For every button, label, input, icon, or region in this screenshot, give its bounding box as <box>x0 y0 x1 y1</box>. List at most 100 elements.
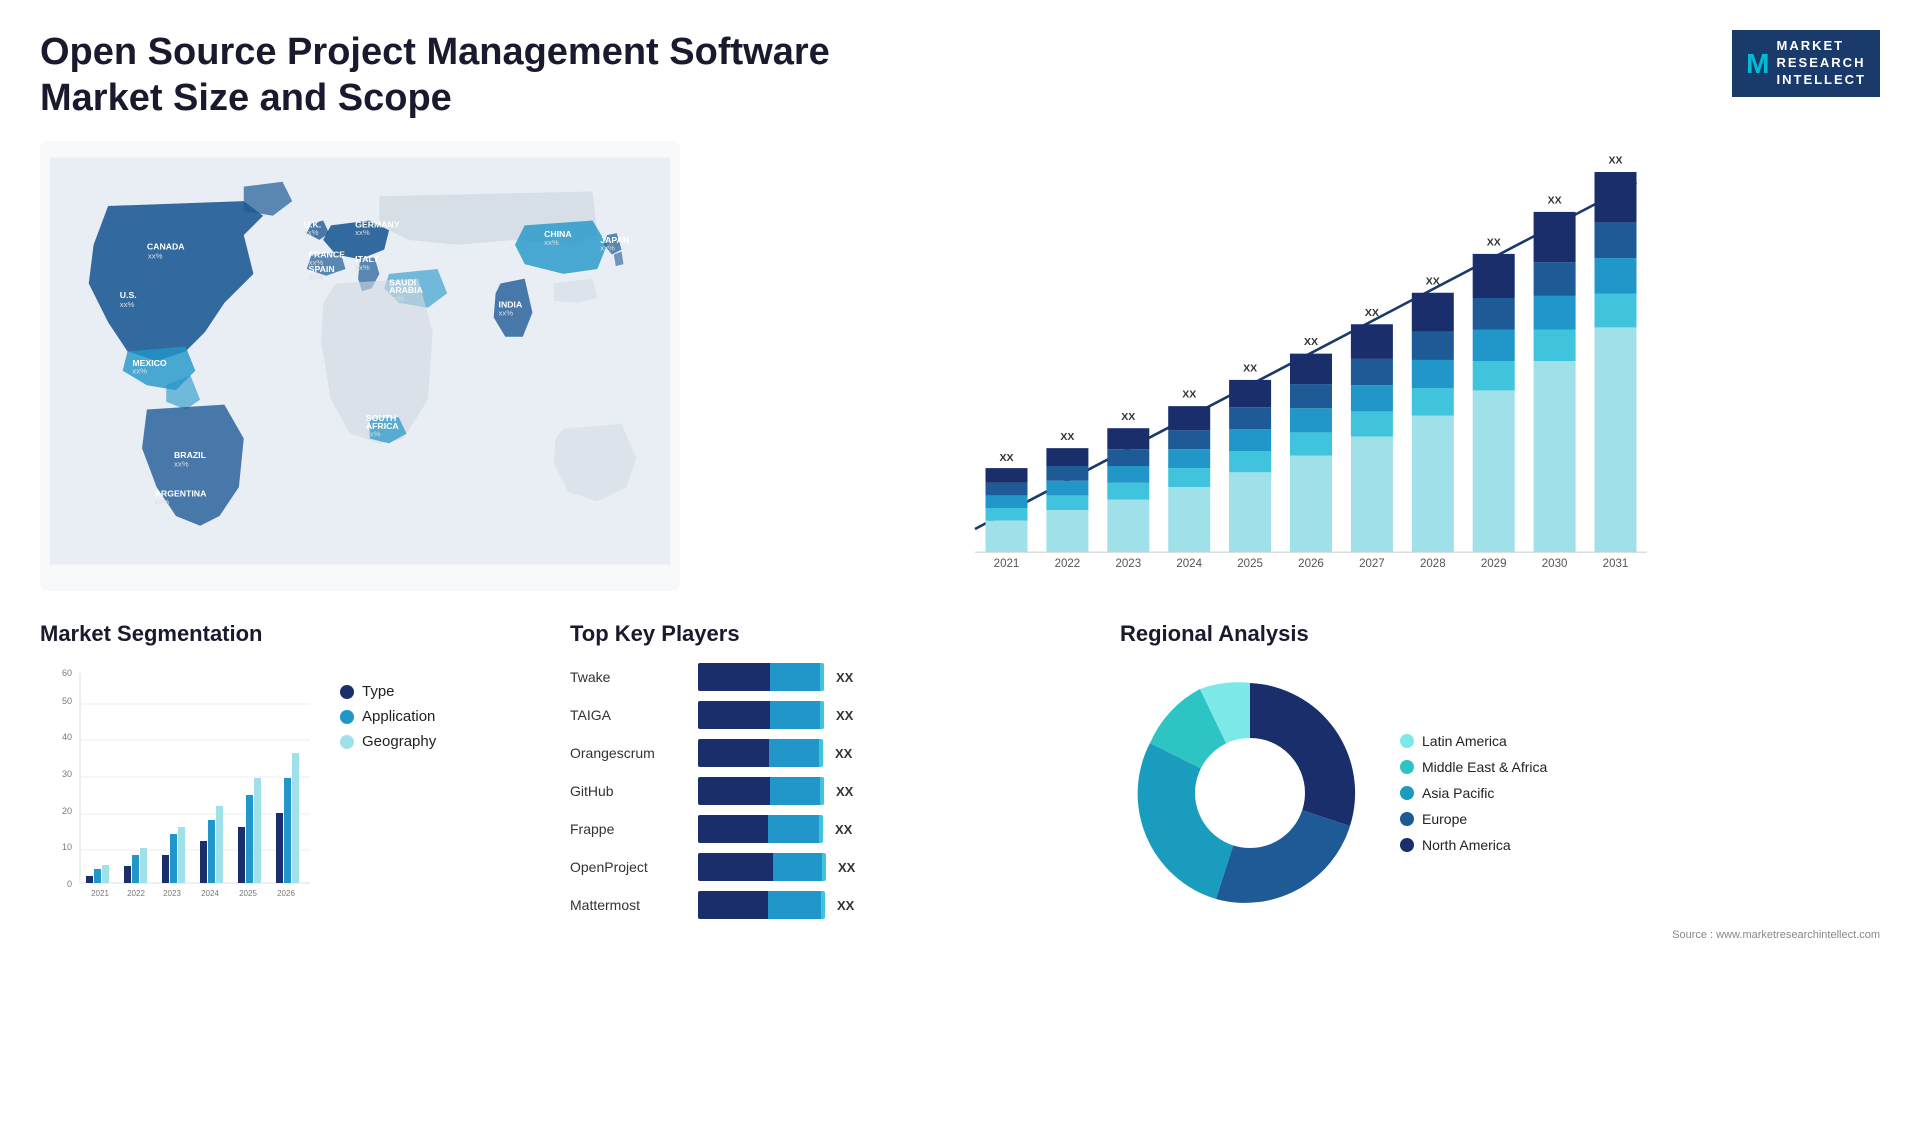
player-name: Twake <box>570 669 690 685</box>
logo-area: M MARKET RESEARCH INTELLECT <box>1732 30 1880 97</box>
legend-geography: Geography <box>340 733 436 750</box>
svg-text:2025: 2025 <box>1237 558 1263 570</box>
regional-legend: Latin America Middle East & Africa Asia … <box>1400 733 1547 853</box>
player-bar-seg1 <box>698 663 770 691</box>
svg-text:2021: 2021 <box>994 558 1020 570</box>
player-row: Frappe XX <box>570 815 1090 843</box>
na-dot <box>1400 838 1414 852</box>
svg-text:xx%: xx% <box>309 273 324 282</box>
player-bar-seg1 <box>698 815 768 843</box>
svg-text:XX: XX <box>1548 195 1562 207</box>
player-bar-wrap: XX <box>698 853 1090 881</box>
svg-text:2024: 2024 <box>1176 558 1202 570</box>
regional-latin: Latin America <box>1400 733 1547 749</box>
player-value: XX <box>835 822 852 837</box>
svg-text:BRAZIL: BRAZIL <box>174 450 207 460</box>
segmentation-title: Market Segmentation <box>40 621 540 647</box>
europe-dot <box>1400 812 1414 826</box>
svg-text:50: 50 <box>62 696 72 706</box>
main-bar-chart: XX XX XX XX <box>720 151 1860 571</box>
player-row: Orangescrum XX <box>570 739 1090 767</box>
player-value: XX <box>837 898 854 913</box>
player-bar-seg3 <box>822 853 826 881</box>
svg-text:2026: 2026 <box>1298 558 1324 570</box>
svg-text:xx%: xx% <box>304 228 319 237</box>
svg-text:2029: 2029 <box>1481 558 1507 570</box>
na-label: North America <box>1422 837 1511 853</box>
svg-text:2031: 2031 <box>1603 558 1629 570</box>
source-text: Source : www.marketresearchintellect.com <box>1120 929 1880 941</box>
logo-box: M MARKET RESEARCH INTELLECT <box>1732 30 1880 97</box>
svg-text:xx%: xx% <box>155 498 170 507</box>
player-bar-seg3 <box>820 701 824 729</box>
svg-text:2027: 2027 <box>1359 558 1385 570</box>
svg-text:2023: 2023 <box>1115 558 1141 570</box>
geography-dot <box>340 735 354 749</box>
player-bar-seg3 <box>820 663 824 691</box>
svg-text:xx%: xx% <box>499 309 514 318</box>
legend-type: Type <box>340 683 436 700</box>
player-bar-seg2 <box>770 663 820 691</box>
player-bar-seg2 <box>770 701 820 729</box>
player-bar-seg2 <box>773 853 822 881</box>
player-bar-seg3 <box>820 777 824 805</box>
svg-text:XX: XX <box>1182 389 1196 401</box>
svg-text:2024: 2024 <box>201 889 219 898</box>
player-value: XX <box>838 860 855 875</box>
player-bar-seg1 <box>698 739 769 767</box>
bar-chart-section: XX XX XX XX <box>700 141 1880 591</box>
svg-text:xx%: xx% <box>174 460 189 469</box>
svg-text:xx%: xx% <box>120 300 135 309</box>
player-bar-seg3 <box>821 891 825 919</box>
svg-text:0: 0 <box>67 879 72 889</box>
player-bar-wrap: XX <box>698 891 1090 919</box>
world-map-svg: CANADA xx% U.S. xx% MEXICO xx% BRAZIL xx… <box>50 151 670 571</box>
svg-text:2026: 2026 <box>277 889 295 898</box>
type-dot <box>340 685 354 699</box>
player-bar-wrap: XX <box>698 739 1090 767</box>
player-name: TAIGA <box>570 707 690 723</box>
map-section: CANADA xx% U.S. xx% MEXICO xx% BRAZIL xx… <box>40 141 680 591</box>
player-name: GitHub <box>570 783 690 799</box>
svg-text:10: 10 <box>62 842 72 852</box>
player-row: TAIGA XX <box>570 701 1090 729</box>
donut-container: Latin America Middle East & Africa Asia … <box>1120 663 1880 923</box>
svg-text:2025: 2025 <box>239 889 257 898</box>
player-bar-seg3 <box>819 815 823 843</box>
svg-text:xx%: xx% <box>148 252 163 261</box>
logo-icon: M <box>1746 44 1770 83</box>
svg-text:xx%: xx% <box>544 238 559 247</box>
regional-title: Regional Analysis <box>1120 621 1880 647</box>
svg-text:xx%: xx% <box>355 228 370 237</box>
player-bar-seg1 <box>698 853 773 881</box>
mea-dot <box>1400 760 1414 774</box>
application-dot <box>340 710 354 724</box>
player-bar-wrap: XX <box>698 701 1090 729</box>
player-name: Mattermost <box>570 897 690 913</box>
player-row: GitHub XX <box>570 777 1090 805</box>
svg-text:XX: XX <box>1121 411 1135 423</box>
main-grid: CANADA xx% U.S. xx% MEXICO xx% BRAZIL xx… <box>40 141 1880 941</box>
svg-text:2023: 2023 <box>163 889 181 898</box>
donut-chart <box>1120 663 1380 923</box>
player-bar-seg2 <box>770 777 820 805</box>
svg-text:XX: XX <box>1304 336 1318 348</box>
player-row: OpenProject XX <box>570 853 1090 881</box>
player-name: Orangescrum <box>570 745 690 761</box>
svg-text:2022: 2022 <box>127 889 145 898</box>
page-header: Open Source Project Management Software … <box>40 30 1880 121</box>
players-container: Twake XX TAIGA XX Orangescrum <box>570 663 1090 919</box>
regional-mea: Middle East & Africa <box>1400 759 1547 775</box>
page-title: Open Source Project Management Software … <box>40 30 840 121</box>
svg-text:XX: XX <box>1060 431 1074 443</box>
player-bar-seg3 <box>819 739 823 767</box>
geography-label: Geography <box>362 733 436 750</box>
key-players-title: Top Key Players <box>570 621 1090 647</box>
svg-text:XX: XX <box>1487 237 1501 249</box>
segmentation-section: Market Segmentation 0 10 20 30 40 50 60 <box>40 621 540 941</box>
svg-text:2028: 2028 <box>1420 558 1446 570</box>
player-bar-seg1 <box>698 891 768 919</box>
logo-line1: MARKET <box>1777 38 1867 55</box>
segmentation-chart: 0 10 20 30 40 50 60 <box>40 663 320 923</box>
player-value: XX <box>836 708 853 723</box>
